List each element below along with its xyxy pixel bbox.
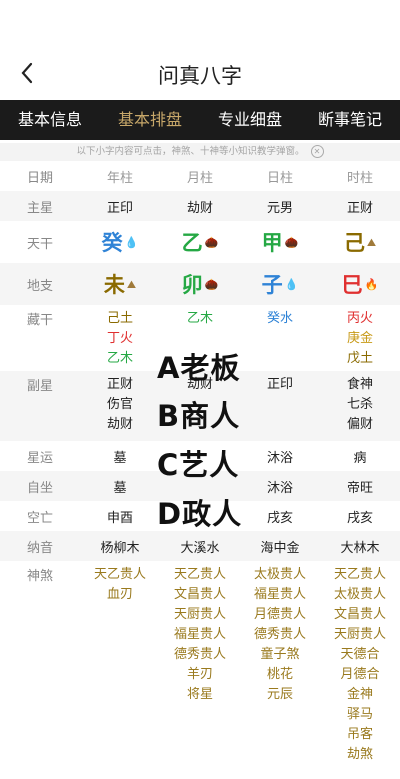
branch-year[interactable]: 未 ⛰	[80, 269, 160, 299]
col-header-hour: 时柱	[346, 170, 373, 186]
shensha-hour[interactable]: 天乙贵人 太极贵人 文昌贵人 天厨贵人 天德合 月德合 金神 驿马 吊客 劫煞	[320, 561, 400, 765]
main-star-month[interactable]: 劫财	[160, 197, 240, 216]
stem-day[interactable]: 甲 🌰	[240, 227, 320, 257]
row-label: 星运	[26, 450, 53, 466]
tab-basic-chart[interactable]: 基本排盘	[100, 100, 200, 140]
tab-pro-chart[interactable]: 专业细盘	[200, 100, 300, 140]
nayin-year[interactable]: 杨柳木	[80, 537, 160, 556]
main-star-hour[interactable]: 正财	[320, 197, 400, 216]
void-year[interactable]: 申酉	[80, 507, 160, 526]
hidden-stems-day[interactable]: 癸水	[240, 305, 320, 329]
self-seat-day[interactable]: 沐浴	[240, 477, 320, 496]
earth-icon: ⛰	[126, 278, 137, 291]
close-icon[interactable]: ✕	[310, 145, 324, 158]
row-label: 副星	[26, 379, 53, 394]
notice-banner: 以下小字内容可点击，神煞、十神等小知识教学弹窗。 ✕	[0, 143, 400, 161]
shensha-day[interactable]: 太极贵人 福星贵人 月德贵人 德秀贵人 童子煞 桃花 元辰	[240, 561, 320, 705]
row-shensha: 神煞 天乙贵人 血刃 天乙贵人 文昌贵人 天厨贵人 福星贵人 德秀贵人 羊刃 将星 太极贵人福…	[0, 561, 400, 773]
star-fortune-year[interactable]: 墓	[80, 447, 160, 466]
star-fortune-day[interactable]: 沐浴	[240, 447, 320, 466]
wood-icon: 🌰	[204, 236, 219, 249]
row-label: 纳音	[26, 540, 53, 556]
water-icon: 💧	[124, 236, 139, 249]
main-star-day[interactable]: 元男	[240, 197, 320, 216]
nayin-day[interactable]: 海中金	[240, 537, 320, 556]
row-label: 地支	[26, 278, 53, 294]
hidden-stems-hour[interactable]: 丙火 庚金 戊土	[320, 305, 400, 369]
wood-icon: 🌰	[284, 236, 299, 249]
tab-notes[interactable]: 断事笔记	[300, 100, 400, 140]
row-earthly-branch: 地支 未 ⛰ 卯 🌰 子 💧 巳 🔥	[0, 263, 400, 305]
header-bar: 问真八字	[0, 0, 400, 100]
tab-basic-info[interactable]: 基本信息	[0, 100, 100, 140]
row-main-star: 主星 正印 劫财 元男 正财	[0, 191, 400, 221]
hidden-stems-year[interactable]: 己土 丁火 乙木	[80, 305, 160, 369]
overlay-option-b: B商人	[157, 399, 241, 433]
branch-day[interactable]: 子 💧	[240, 269, 320, 299]
earth-icon: ⛰	[366, 236, 377, 249]
col-header-year: 年柱	[106, 170, 133, 186]
notice-text: 以下小字内容可点击，神煞、十神等小知识教学弹窗。	[76, 146, 305, 157]
secondary-stars-hour[interactable]: 食神 七杀 偏财	[320, 371, 400, 435]
shensha-year[interactable]: 天乙贵人 血刃	[80, 561, 160, 605]
tab-bar: 基本信息 基本排盘 专业细盘 断事笔记	[0, 100, 400, 140]
row-label: 神煞	[26, 569, 53, 584]
self-seat-year[interactable]: 墓	[80, 477, 160, 496]
row-label: 主星	[26, 200, 53, 216]
secondary-stars-year[interactable]: 正财 伤官 劫财	[80, 371, 160, 435]
stem-hour[interactable]: 己 ⛰	[320, 227, 400, 257]
fire-icon: 🔥	[364, 278, 379, 291]
stem-month[interactable]: 乙 🌰	[160, 227, 240, 257]
secondary-stars-day[interactable]: 正印	[240, 371, 320, 395]
overlay-option-c: C艺人	[157, 448, 240, 482]
void-day[interactable]: 戌亥	[240, 507, 320, 526]
row-label: 自坐	[26, 480, 53, 496]
nayin-hour[interactable]: 大林木	[320, 537, 400, 556]
water-icon: 💧	[284, 278, 299, 291]
branch-hour[interactable]: 巳 🔥	[320, 269, 400, 299]
star-fortune-hour[interactable]: 病	[320, 447, 400, 466]
stem-year[interactable]: 癸 💧	[80, 227, 160, 257]
row-label: 天干	[26, 236, 53, 252]
nayin-month[interactable]: 大溪水	[160, 537, 240, 556]
main-star-year[interactable]: 正印	[80, 197, 160, 216]
overlay-option-d: D政人	[157, 497, 243, 531]
page-title: 问真八字	[158, 64, 242, 88]
row-label: 藏干	[26, 313, 53, 328]
row-label: 空亡	[26, 510, 53, 526]
void-hour[interactable]: 戌亥	[320, 507, 400, 526]
wood-icon: 🌰	[204, 278, 219, 291]
row-heavenly-stem: 天干 癸 💧 乙 🌰 甲 🌰 己 ⛰	[0, 221, 400, 263]
col-header-month: 月柱	[186, 170, 213, 186]
header-row: 日期 年柱 月柱 日柱 时柱	[0, 161, 400, 191]
col-header-date: 日期	[26, 170, 53, 186]
self-seat-hour[interactable]: 帝旺	[320, 477, 400, 496]
col-header-day: 日柱	[266, 170, 293, 186]
shensha-month[interactable]: 天乙贵人 文昌贵人 天厨贵人 福星贵人 德秀贵人 羊刃 将星	[160, 561, 240, 705]
row-nayin: 纳音 杨柳木 大溪水 海中金 大林木	[0, 531, 400, 561]
branch-month[interactable]: 卯 🌰	[160, 269, 240, 299]
hidden-stems-month[interactable]: 乙木	[160, 305, 240, 329]
overlay-option-a: A老板	[157, 351, 241, 385]
